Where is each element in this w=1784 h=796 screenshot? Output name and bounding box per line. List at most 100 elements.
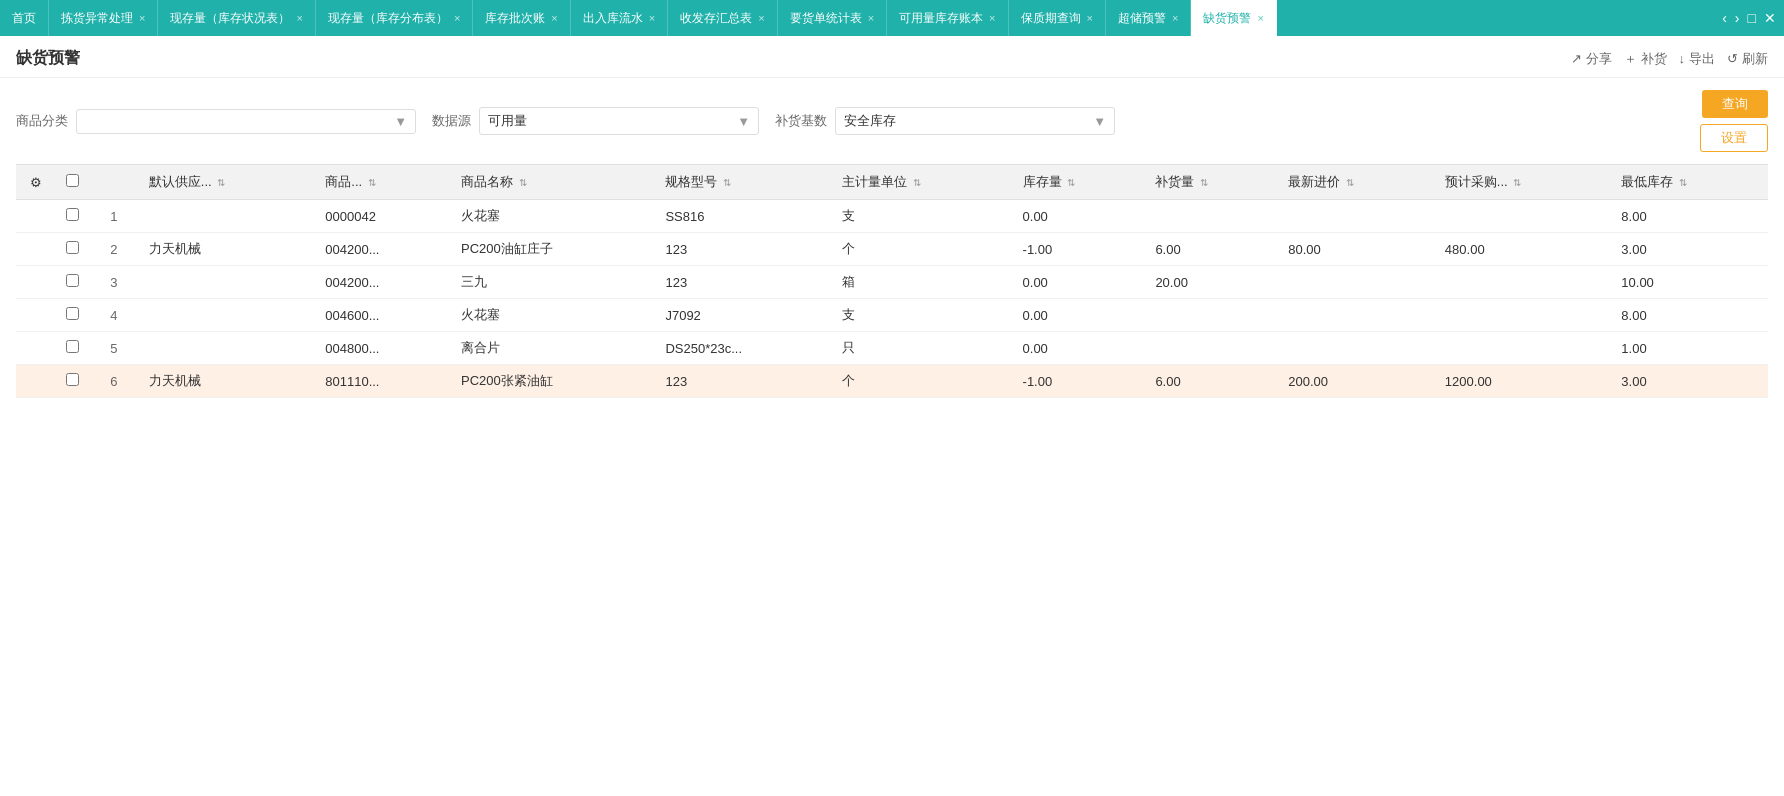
row-spec: 123 <box>655 365 832 398</box>
row-num: 1 <box>89 200 139 233</box>
th-check[interactable] <box>56 165 89 200</box>
tab-item-5[interactable]: 出入库流水× <box>571 0 668 36</box>
th-est-purchase[interactable]: 预计采购... ⇅ <box>1435 165 1611 200</box>
tab-close-6[interactable]: × <box>758 12 764 24</box>
row-checkbox[interactable] <box>66 373 79 386</box>
tab-nav-buttons: ‹ › □ ✕ <box>1714 8 1784 28</box>
tab-item-10[interactable]: 超储预警 × <box>1106 0 1191 36</box>
row-gear-cell <box>16 200 56 233</box>
row-checkbox[interactable] <box>66 340 79 353</box>
row-latest_price <box>1278 200 1435 233</box>
row-gear-cell <box>16 365 56 398</box>
tab-item-9[interactable]: 保质期查询× <box>1009 0 1106 36</box>
tab-close-10[interactable]: × <box>1172 12 1178 24</box>
tab-label-10: 超储预警 <box>1118 10 1166 27</box>
datasource-label: 数据源 <box>432 112 471 130</box>
table-row: 4004600...火花塞J7092支0.008.00 <box>16 299 1768 332</box>
row-supplier <box>139 299 315 332</box>
th-unit[interactable]: 主计量单位 ⇅ <box>832 165 1012 200</box>
tab-item-2[interactable]: 现存量（库存状况表）× <box>158 0 315 36</box>
th-supplier[interactable]: 默认供应... ⇅ <box>139 165 315 200</box>
tab-close-8[interactable]: × <box>989 12 995 24</box>
row-checkbox[interactable] <box>66 241 79 254</box>
th-gear[interactable]: ⚙ <box>16 165 56 200</box>
row-gear-cell <box>16 233 56 266</box>
replenish-basis-select[interactable]: 安全库存 ▼ <box>835 107 1115 135</box>
row-replenish <box>1145 332 1278 365</box>
replenish-basis-filter-group: 补货基数 安全库存 ▼ <box>775 107 1115 135</box>
datasource-arrow-icon: ▼ <box>737 114 750 129</box>
row-est_purchase <box>1435 299 1611 332</box>
tab-item-6[interactable]: 收发存汇总表× <box>668 0 777 36</box>
row-replenish: 6.00 <box>1145 365 1278 398</box>
tab-item-8[interactable]: 可用量库存账本× <box>887 0 1008 36</box>
row-num: 6 <box>89 365 139 398</box>
filter-action-buttons: 查询 设置 <box>1700 90 1768 152</box>
row-unit: 个 <box>832 365 1012 398</box>
row-checkbox[interactable] <box>66 307 79 320</box>
share-button[interactable]: ↗ 分享 <box>1571 50 1612 68</box>
row-supplier: 力天机械 <box>139 233 315 266</box>
row-gear-cell <box>16 332 56 365</box>
tab-prev-button[interactable]: ‹ <box>1718 8 1731 28</box>
est-purchase-sort-icon: ⇅ <box>1513 177 1521 188</box>
row-supplier <box>139 266 315 299</box>
category-select[interactable]: ▼ <box>76 109 416 134</box>
row-gear-cell <box>16 266 56 299</box>
row-est_purchase <box>1435 200 1611 233</box>
tab-close-3[interactable]: × <box>454 12 460 24</box>
select-all-checkbox[interactable] <box>66 174 79 187</box>
tab-close-7[interactable]: × <box>868 12 874 24</box>
tab-label-3: 现存量（库存分布表） <box>328 10 448 27</box>
tab-close-2[interactable]: × <box>296 12 302 24</box>
table-row: 5004800...离合片DS250*23c...只0.001.00 <box>16 332 1768 365</box>
tab-item-4[interactable]: 库存批次账 × <box>473 0 570 36</box>
tab-item-7[interactable]: 要货单统计表× <box>778 0 887 36</box>
tab-next-button[interactable]: › <box>1731 8 1744 28</box>
export-button[interactable]: ↓ 导出 <box>1679 50 1716 68</box>
tab-close-4[interactable]: × <box>551 12 557 24</box>
window-restore-button[interactable]: □ <box>1744 8 1760 28</box>
row-min_stock: 8.00 <box>1611 200 1768 233</box>
row-spec: 123 <box>655 266 832 299</box>
th-code[interactable]: 商品... ⇅ <box>315 165 451 200</box>
filter-area: 商品分类 ▼ 数据源 可用量 ▼ 补货基数 安全库存 ▼ 查询 设置 <box>0 78 1784 164</box>
table-row: 6力天机械801110...PC200张紧油缸123个-1.006.00200.… <box>16 365 1768 398</box>
refresh-button[interactable]: ↺ 刷新 <box>1727 50 1768 68</box>
row-latest_price <box>1278 299 1435 332</box>
tab-item-0[interactable]: 首页 <box>0 0 49 36</box>
tab-close-5[interactable]: × <box>649 12 655 24</box>
tab-label-4: 库存批次账 <box>485 10 545 27</box>
window-close-button[interactable]: ✕ <box>1760 8 1780 28</box>
row-num: 4 <box>89 299 139 332</box>
th-replenish[interactable]: 补货量 ⇅ <box>1145 165 1278 200</box>
replenish-button[interactable]: ＋ 补货 <box>1624 50 1667 68</box>
row-num: 3 <box>89 266 139 299</box>
tab-close-9[interactable]: × <box>1087 12 1093 24</box>
tab-item-3[interactable]: 现存量（库存分布表） × <box>316 0 473 36</box>
row-stock: -1.00 <box>1013 233 1146 266</box>
th-latest-price[interactable]: 最新进价 ⇅ <box>1278 165 1435 200</box>
tab-close-11[interactable]: × <box>1257 12 1263 24</box>
row-unit: 箱 <box>832 266 1012 299</box>
row-checkbox[interactable] <box>66 274 79 287</box>
row-unit: 个 <box>832 233 1012 266</box>
supplier-sort-icon: ⇅ <box>217 177 225 188</box>
row-code: 004200... <box>315 233 451 266</box>
row-num: 5 <box>89 332 139 365</box>
row-replenish: 20.00 <box>1145 266 1278 299</box>
tab-item-1[interactable]: 拣货异常处理× <box>49 0 158 36</box>
tab-close-1[interactable]: × <box>139 12 145 24</box>
th-min-stock[interactable]: 最低库存 ⇅ <box>1611 165 1768 200</box>
th-name[interactable]: 商品名称 ⇅ <box>451 165 655 200</box>
settings-button[interactable]: 设置 <box>1700 124 1768 152</box>
tab-item-11[interactable]: 缺货预警× <box>1191 0 1276 36</box>
row-checkbox[interactable] <box>66 208 79 221</box>
datasource-select[interactable]: 可用量 ▼ <box>479 107 759 135</box>
replenish-basis-arrow-icon: ▼ <box>1093 114 1106 129</box>
th-stock[interactable]: 库存量 ⇅ <box>1013 165 1146 200</box>
th-spec[interactable]: 规格型号 ⇅ <box>655 165 832 200</box>
stock-sort-icon: ⇅ <box>1067 177 1075 188</box>
datasource-value: 可用量 <box>488 112 527 130</box>
query-button[interactable]: 查询 <box>1702 90 1768 118</box>
